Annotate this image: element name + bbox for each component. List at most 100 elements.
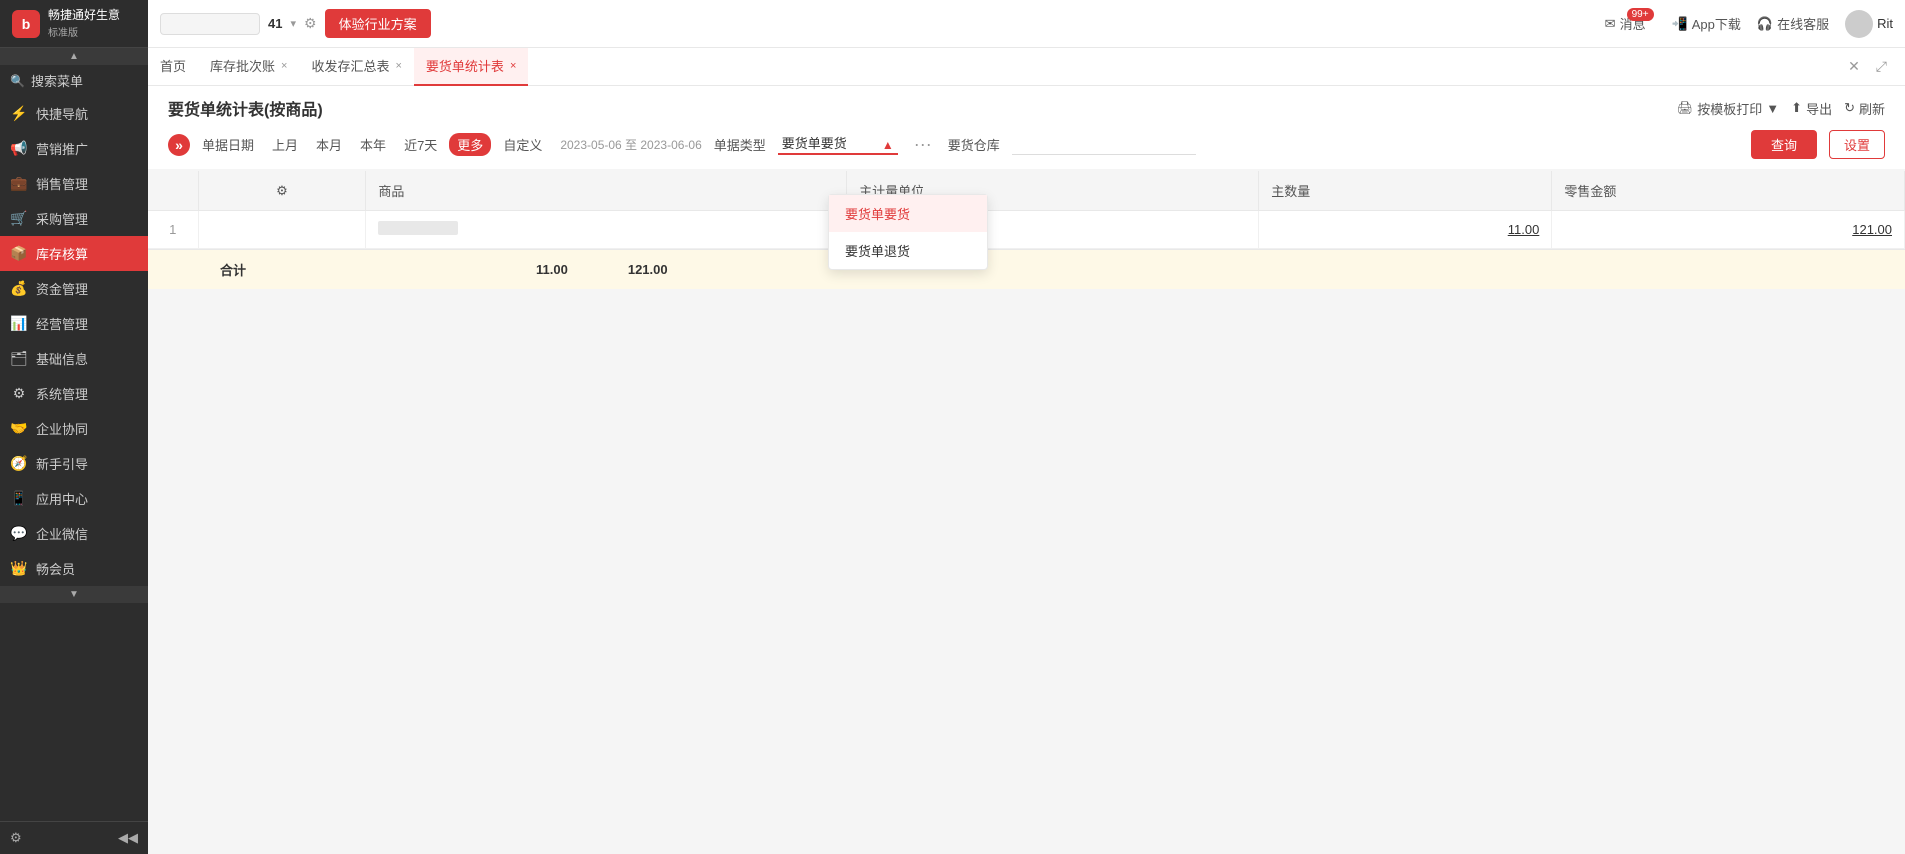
refresh-label: 刷新 xyxy=(1859,99,1885,118)
col-qty: 主数量 xyxy=(1259,171,1552,211)
sidebar-item-purchase[interactable]: 🛒 采购管理 xyxy=(0,201,148,236)
filter-expand-button[interactable]: » xyxy=(168,134,190,156)
message-icon: ✉ xyxy=(1605,16,1616,32)
sidebar-item-guide[interactable]: 🧭 新手引导 xyxy=(0,446,148,481)
dropdown-item-return[interactable]: 要货单退货 xyxy=(829,232,987,269)
app-edition: 标准版 xyxy=(48,24,120,39)
doc-type-select[interactable]: 要货单要货 要货单退货 xyxy=(778,134,898,155)
tab-recv-summary-label: 收发存汇总表 xyxy=(311,56,389,75)
query-button[interactable]: 查询 xyxy=(1751,130,1817,159)
inventory-icon: 📦 xyxy=(10,245,28,262)
sidebar-collapse-button[interactable]: ◀◀ xyxy=(118,830,138,846)
col-seq xyxy=(148,171,198,211)
tab-close-all-button[interactable]: ✕ xyxy=(1842,56,1866,77)
date-prev-month[interactable]: 上月 xyxy=(266,133,304,156)
sidebar-item-label: 基础信息 xyxy=(36,349,88,368)
guide-icon: 🧭 xyxy=(10,455,28,472)
sidebar-item-label: 应用中心 xyxy=(36,489,88,508)
online-service-button[interactable]: 🎧 在线客服 xyxy=(1757,14,1829,33)
sidebar-item-label: 畅会员 xyxy=(36,559,75,578)
sidebar-item-label: 企业协同 xyxy=(36,419,88,438)
date-custom[interactable]: 自定义 xyxy=(497,133,548,156)
tab-recv-summary-close[interactable]: × xyxy=(395,60,401,72)
tab-inventory-batch-label: 库存批次账 xyxy=(210,56,275,75)
sidebar-item-label: 系统管理 xyxy=(36,384,88,403)
sidebar-item-finance[interactable]: 💰 资金管理 xyxy=(0,271,148,306)
print-arrow-icon[interactable]: ▼ xyxy=(1766,101,1779,116)
tab-fullscreen-button[interactable]: ⤢ xyxy=(1870,56,1893,77)
warehouse-input[interactable] xyxy=(1012,135,1196,155)
sidebar-item-label: 新手引导 xyxy=(36,454,88,473)
wechat-icon: 💬 xyxy=(10,525,28,542)
sidebar-item-vip[interactable]: 👑 畅会员 xyxy=(0,551,148,586)
print-label: 按模板打印 xyxy=(1697,99,1762,118)
app-logo: b 畅捷通好生意 标准版 xyxy=(0,0,148,48)
message-button[interactable]: ✉ 消息 99+ xyxy=(1605,14,1646,33)
dropdown-item-order[interactable]: 要货单要货 xyxy=(829,195,987,232)
col-settings[interactable]: ⚙ xyxy=(198,171,366,211)
sidebar-item-operation[interactable]: 📊 经营管理 xyxy=(0,306,148,341)
export-label: 导出 xyxy=(1806,99,1832,118)
sidebar-item-system[interactable]: ⚙ 系统管理 xyxy=(0,376,148,411)
tab-order-stat-close[interactable]: × xyxy=(510,60,516,72)
sidebar-item-label: 营销推广 xyxy=(36,139,88,158)
sidebar-item-sales[interactable]: 💼 销售管理 xyxy=(0,166,148,201)
sidebar-item-apps[interactable]: 📱 应用中心 xyxy=(0,481,148,516)
app-download-button[interactable]: 📲 App下载 xyxy=(1672,14,1741,33)
table-footer: 合计 11.00 121.00 xyxy=(148,249,1905,289)
main-content: 41 ▾ ⚙ 体验行业方案 ✉ 消息 99+ 📲 App下载 🎧 在线客服 Ri… xyxy=(148,0,1905,854)
sidebar-item-marketing[interactable]: 📢 营销推广 xyxy=(0,131,148,166)
cell-amount[interactable]: 121.00 xyxy=(1552,211,1905,249)
table-settings-icon[interactable]: ⚙ xyxy=(276,183,288,198)
date-filter-label: 单据日期 xyxy=(202,135,254,154)
username-label: Rit xyxy=(1877,16,1893,31)
breadcrumb-input[interactable] xyxy=(160,13,260,35)
topbar-gear-icon[interactable]: ⚙ xyxy=(304,15,317,32)
chevron-down-icon[interactable]: ▾ xyxy=(290,17,296,30)
date-more-badge[interactable]: 更多 xyxy=(449,133,491,156)
filter-more-button[interactable]: ··· xyxy=(910,134,936,155)
cell-qty[interactable]: 11.00 xyxy=(1259,211,1552,249)
vip-icon: 👑 xyxy=(10,560,28,577)
print-icon: 🖨 xyxy=(1677,100,1694,116)
date-this-year[interactable]: 本年 xyxy=(354,133,392,156)
user-menu[interactable]: Rit xyxy=(1845,10,1893,38)
footer-label: 合计 xyxy=(220,260,246,279)
tab-recv-summary[interactable]: 收发存汇总表 × xyxy=(299,48,413,86)
page-header: 要货单统计表(按商品) 🖨 按模板打印 ▼ ⬆ 导出 ↻ 刷新 xyxy=(148,86,1905,120)
sidebar-scroll-up[interactable]: ▲ xyxy=(0,48,148,65)
sidebar-item-label: 资金管理 xyxy=(36,279,88,298)
sidebar-search[interactable]: 🔍 搜索菜单 xyxy=(0,65,148,96)
sidebar-item-wechat[interactable]: 💬 企业微信 xyxy=(0,516,148,551)
date-last-7-days[interactable]: 近7天 xyxy=(398,133,443,156)
tab-order-stat-label: 要货单统计表 xyxy=(426,56,504,75)
export-button[interactable]: ⬆ 导出 xyxy=(1791,99,1832,118)
settings-button[interactable]: 设置 xyxy=(1829,130,1885,159)
topbar-right: ✉ 消息 99+ 📲 App下载 🎧 在线客服 Rit xyxy=(1605,10,1893,38)
tab-inventory-batch[interactable]: 库存批次账 × xyxy=(198,48,299,86)
cell-settings xyxy=(198,211,366,249)
sidebar-item-quick-nav[interactable]: ⚡ 快捷导航 xyxy=(0,96,148,131)
tabs-bar: 首页 库存批次账 × 收发存汇总表 × 要货单统计表 × ✕ ⤢ xyxy=(148,48,1905,86)
tab-order-stat[interactable]: 要货单统计表 × xyxy=(414,48,528,86)
sidebar-item-label: 企业微信 xyxy=(36,524,88,543)
sidebar-item-corp[interactable]: 🤝 企业协同 xyxy=(0,411,148,446)
try-industry-button[interactable]: 体验行业方案 xyxy=(325,9,431,38)
date-range-display: 2023-05-06 至 2023-06-06 xyxy=(560,136,701,153)
sidebar-item-label: 快捷导航 xyxy=(36,104,88,123)
print-button[interactable]: 🖨 按模板打印 ▼ xyxy=(1677,99,1779,118)
sidebar-item-inventory[interactable]: 📦 库存核算 xyxy=(0,236,148,271)
tab-inventory-batch-close[interactable]: × xyxy=(281,60,287,72)
sidebar-item-base[interactable]: 🗂 基础信息 xyxy=(0,341,148,376)
sidebar: b 畅捷通好生意 标准版 ▲ 🔍 搜索菜单 ⚡ 快捷导航 📢 营销推广 💼 销售… xyxy=(0,0,148,854)
tab-home-label: 首页 xyxy=(160,56,186,75)
date-curr-month[interactable]: 本月 xyxy=(310,133,348,156)
quick-nav-icon: ⚡ xyxy=(10,105,28,122)
settings-icon[interactable]: ⚙ xyxy=(10,830,22,846)
table-header-row: ⚙ 商品 主计量单位 主数量 零售金额 xyxy=(148,171,1905,211)
tab-home[interactable]: 首页 xyxy=(160,48,198,86)
app-name: 畅捷通好生意 xyxy=(48,8,120,24)
sidebar-scroll-down[interactable]: ▼ xyxy=(0,586,148,603)
refresh-button[interactable]: ↻ 刷新 xyxy=(1844,99,1885,118)
table-row: 1 块 11.00 121.00 xyxy=(148,211,1905,249)
